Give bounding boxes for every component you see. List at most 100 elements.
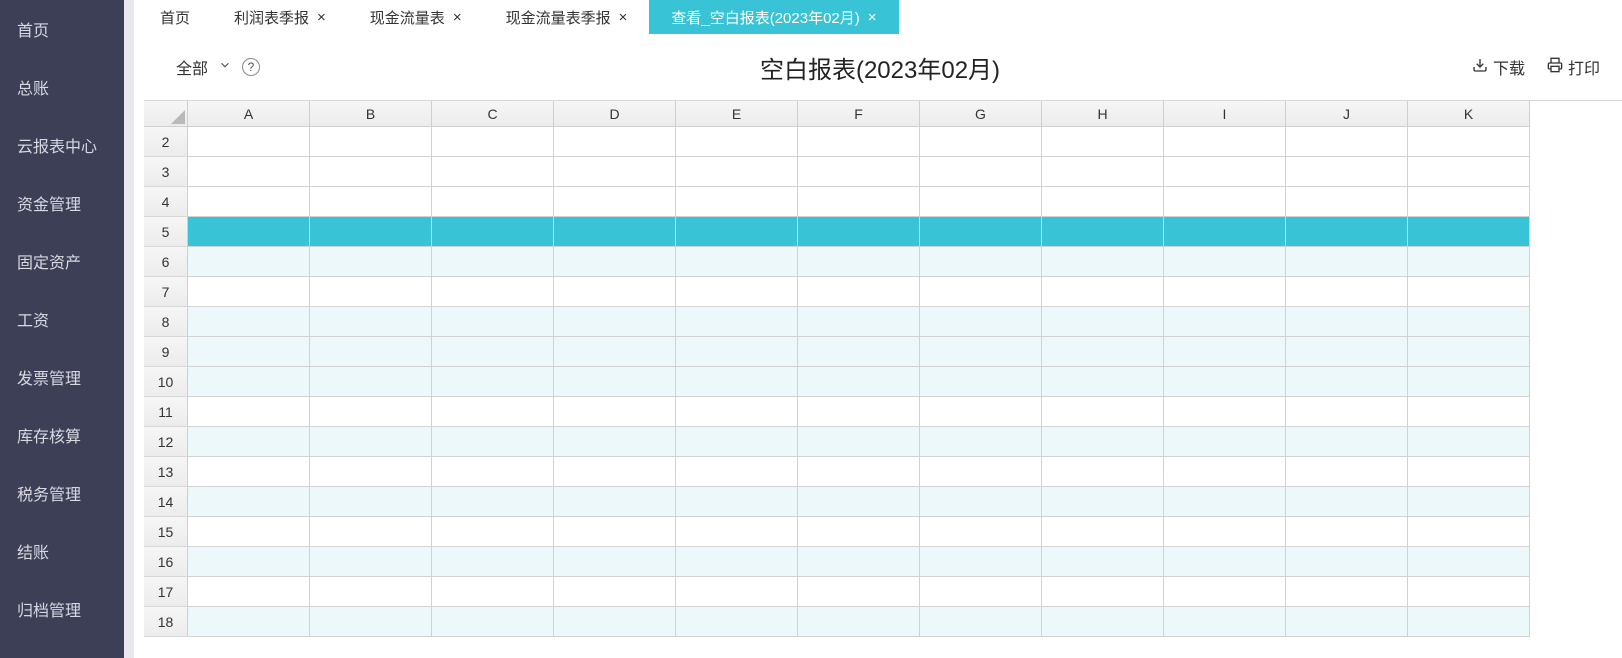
cell[interactable] — [1286, 457, 1408, 487]
cell[interactable] — [1042, 217, 1164, 247]
row-header[interactable]: 18 — [144, 607, 188, 637]
cell[interactable] — [1408, 127, 1530, 157]
row-header[interactable]: 9 — [144, 337, 188, 367]
close-icon[interactable]: × — [317, 9, 326, 26]
cell[interactable] — [432, 427, 554, 457]
cell[interactable] — [310, 457, 432, 487]
row-header[interactable]: 16 — [144, 547, 188, 577]
cell[interactable] — [554, 607, 676, 637]
cell[interactable] — [432, 457, 554, 487]
cell[interactable] — [1286, 247, 1408, 277]
cell[interactable] — [554, 157, 676, 187]
cell[interactable] — [1042, 457, 1164, 487]
cell[interactable] — [554, 127, 676, 157]
cell[interactable] — [676, 127, 798, 157]
cell[interactable] — [1164, 187, 1286, 217]
cell[interactable] — [1164, 607, 1286, 637]
cell[interactable] — [1408, 547, 1530, 577]
cell[interactable] — [554, 277, 676, 307]
cell[interactable] — [432, 487, 554, 517]
cell[interactable] — [1286, 397, 1408, 427]
cell[interactable] — [432, 157, 554, 187]
cell[interactable] — [432, 127, 554, 157]
cell[interactable] — [920, 517, 1042, 547]
column-header[interactable]: G — [920, 101, 1042, 127]
cell[interactable] — [1286, 607, 1408, 637]
download-button[interactable]: 下载 — [1472, 55, 1525, 79]
cell[interactable] — [432, 277, 554, 307]
tab-home[interactable]: 首页 — [138, 0, 212, 34]
cell[interactable] — [554, 577, 676, 607]
cell[interactable] — [310, 277, 432, 307]
column-header[interactable]: K — [1408, 101, 1530, 127]
select-all-corner[interactable] — [144, 101, 188, 127]
cell[interactable] — [554, 517, 676, 547]
cell[interactable] — [920, 307, 1042, 337]
cell[interactable] — [188, 127, 310, 157]
sidebar-item-fund-mgmt[interactable]: 资金管理 — [0, 174, 128, 232]
cell[interactable] — [1408, 427, 1530, 457]
cell[interactable] — [310, 367, 432, 397]
cell[interactable] — [798, 217, 920, 247]
cell[interactable] — [310, 127, 432, 157]
row-header[interactable]: 12 — [144, 427, 188, 457]
cell[interactable] — [1042, 247, 1164, 277]
cell[interactable] — [1286, 157, 1408, 187]
cell[interactable] — [1164, 457, 1286, 487]
cell[interactable] — [432, 577, 554, 607]
cell[interactable] — [1042, 547, 1164, 577]
cell[interactable] — [432, 307, 554, 337]
cell[interactable] — [1164, 397, 1286, 427]
cell[interactable] — [310, 217, 432, 247]
cell[interactable] — [188, 277, 310, 307]
cell[interactable] — [798, 457, 920, 487]
cell[interactable] — [1042, 367, 1164, 397]
sidebar-item-home[interactable]: 首页 — [0, 0, 128, 58]
cell[interactable] — [1164, 277, 1286, 307]
column-header[interactable]: H — [1042, 101, 1164, 127]
cell[interactable] — [432, 517, 554, 547]
cell[interactable] — [798, 127, 920, 157]
sidebar-scrollbar[interactable] — [124, 0, 134, 658]
cell[interactable] — [188, 307, 310, 337]
cell[interactable] — [798, 277, 920, 307]
cell[interactable] — [310, 577, 432, 607]
cell[interactable] — [1042, 487, 1164, 517]
cell[interactable] — [1042, 127, 1164, 157]
cell[interactable] — [310, 427, 432, 457]
cell[interactable] — [188, 517, 310, 547]
cell[interactable] — [1408, 277, 1530, 307]
cell[interactable] — [676, 427, 798, 457]
cell[interactable] — [310, 517, 432, 547]
column-header[interactable]: B — [310, 101, 432, 127]
sidebar-item-expense[interactable]: 小畅报销 — [0, 638, 128, 658]
cell[interactable] — [310, 307, 432, 337]
close-icon[interactable]: × — [453, 9, 462, 26]
cell[interactable] — [1042, 397, 1164, 427]
cell[interactable] — [676, 517, 798, 547]
cell[interactable] — [1408, 577, 1530, 607]
cell[interactable] — [188, 187, 310, 217]
column-header[interactable]: F — [798, 101, 920, 127]
cell[interactable] — [798, 367, 920, 397]
cell[interactable] — [1408, 157, 1530, 187]
cell[interactable] — [1408, 337, 1530, 367]
cell[interactable] — [1164, 547, 1286, 577]
sidebar-item-inventory[interactable]: 库存核算 — [0, 406, 128, 464]
filter-dropdown[interactable]: 全部 ? — [176, 55, 260, 79]
cell[interactable] — [432, 217, 554, 247]
cell[interactable] — [920, 607, 1042, 637]
cell[interactable] — [310, 157, 432, 187]
cell[interactable] — [554, 427, 676, 457]
cell[interactable] — [798, 337, 920, 367]
row-header[interactable]: 3 — [144, 157, 188, 187]
row-header[interactable]: 17 — [144, 577, 188, 607]
column-header[interactable]: E — [676, 101, 798, 127]
cell[interactable] — [798, 247, 920, 277]
row-header[interactable]: 15 — [144, 517, 188, 547]
cell[interactable] — [188, 397, 310, 427]
cell[interactable] — [554, 457, 676, 487]
cell[interactable] — [188, 217, 310, 247]
column-header[interactable]: A — [188, 101, 310, 127]
cell[interactable] — [310, 247, 432, 277]
